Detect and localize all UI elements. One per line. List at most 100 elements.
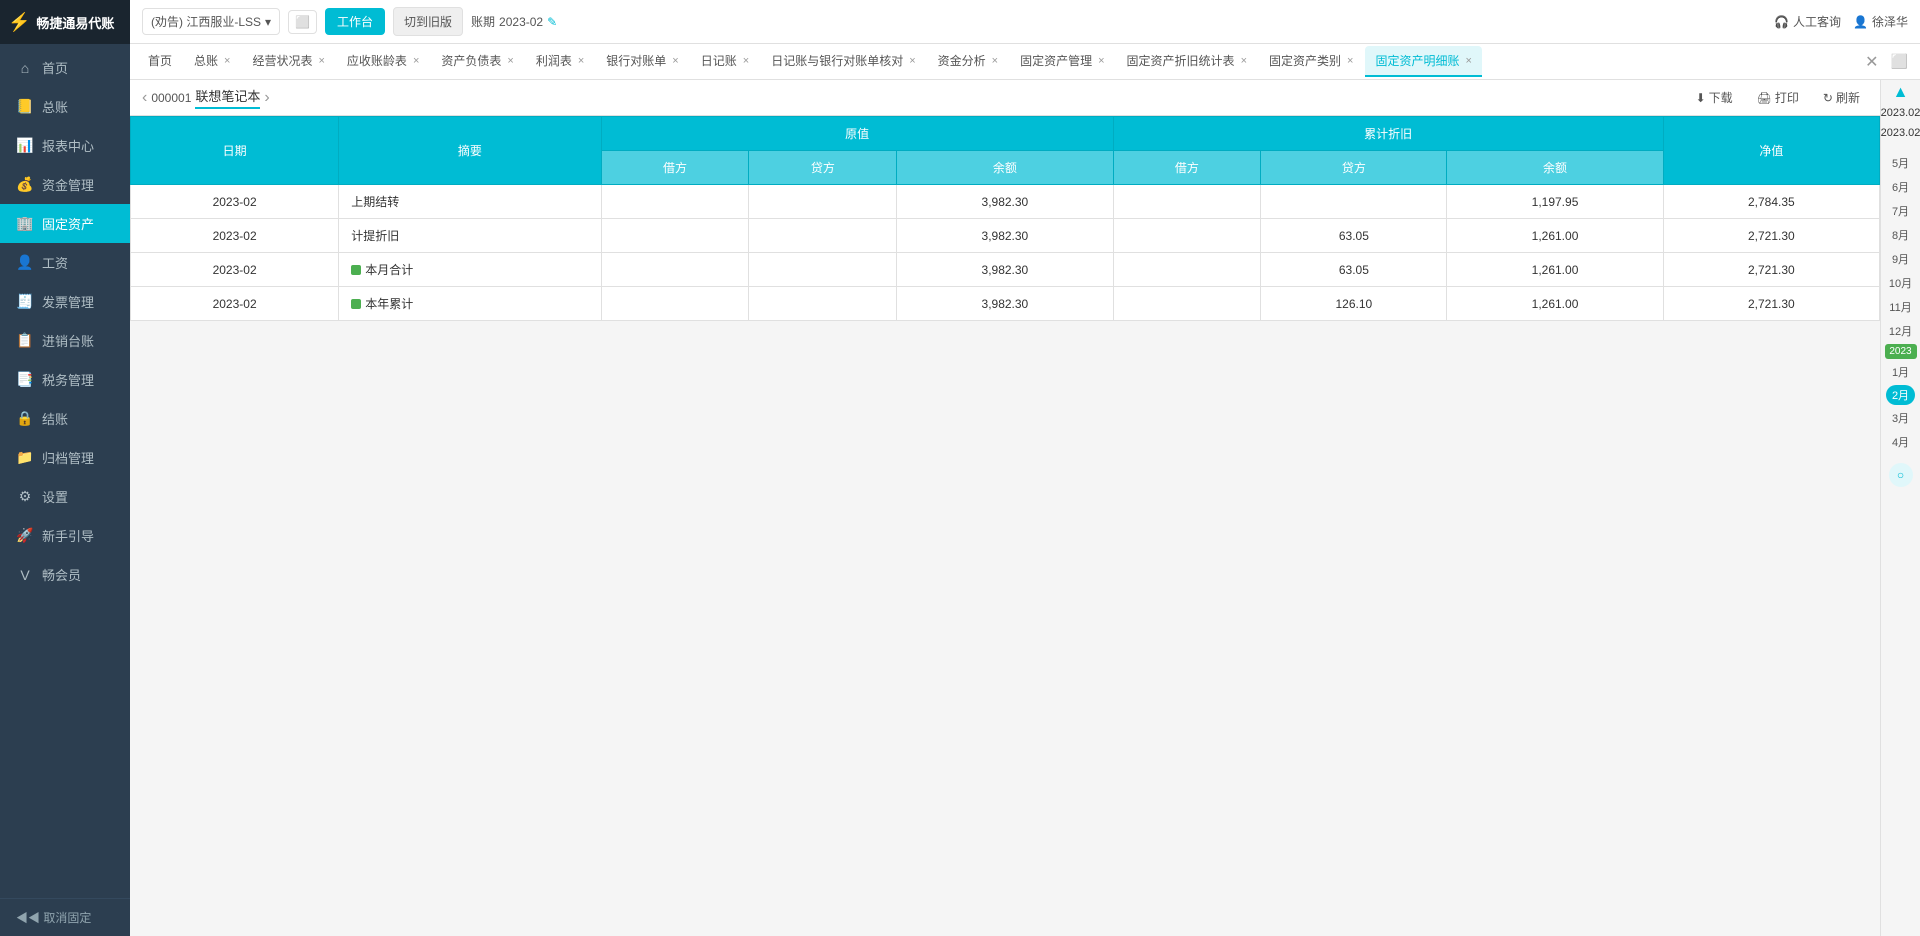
tab-label: 资金分析 bbox=[938, 52, 986, 69]
download-icon: ⬇ bbox=[1696, 91, 1706, 105]
sidebar-item-vip[interactable]: V 畅会员 bbox=[0, 555, 130, 594]
workbench-button[interactable]: 工作台 bbox=[325, 8, 385, 35]
tab-close-icon[interactable]: × bbox=[578, 55, 584, 67]
edit-period-icon[interactable]: ✎ bbox=[547, 15, 557, 29]
sidebar-item-label: 发票管理 bbox=[42, 292, 94, 311]
tab-close-icon[interactable]: × bbox=[909, 55, 915, 67]
panel-month-6[interactable]: 6月 bbox=[1890, 176, 1911, 198]
user-profile-button[interactable]: 👤 徐泽华 bbox=[1853, 13, 1908, 30]
copy-button[interactable]: ⬜ bbox=[288, 10, 317, 34]
panel-month-5[interactable]: 5月 bbox=[1890, 152, 1911, 174]
sidebar-item-label: 设置 bbox=[42, 487, 68, 506]
sidebar-item-funds[interactable]: 💰 资金管理 bbox=[0, 165, 130, 204]
refresh-button[interactable]: ↻ 刷新 bbox=[1815, 85, 1868, 110]
tab-journal-bank[interactable]: 日记账与银行对账单核对 × bbox=[761, 46, 925, 77]
sidebar-item-sales[interactable]: 📋 进销台账 bbox=[0, 321, 130, 360]
tab-asset-detail[interactable]: 固定资产明细账 × bbox=[1365, 46, 1481, 77]
sidebar-item-settings[interactable]: ⚙ 设置 bbox=[0, 477, 130, 516]
tab-close-icon[interactable]: × bbox=[1241, 55, 1247, 67]
panel-month-1[interactable]: 1月 bbox=[1890, 361, 1911, 383]
cell-net-value: 2,721.30 bbox=[1663, 253, 1879, 287]
panel-month-8[interactable]: 8月 bbox=[1890, 224, 1911, 246]
print-button[interactable]: 🖨 打印 bbox=[1749, 85, 1807, 110]
tab-home[interactable]: 首页 bbox=[138, 46, 182, 77]
sidebar-item-reports[interactable]: 📊 报表中心 bbox=[0, 126, 130, 165]
tab-close-icon[interactable]: × bbox=[1347, 55, 1353, 67]
tab-close-icon[interactable]: × bbox=[224, 55, 230, 67]
tab-close-icon[interactable]: × bbox=[318, 55, 324, 67]
tab-label: 资产负债表 bbox=[441, 52, 501, 69]
sidebar-item-label: 首页 bbox=[42, 58, 68, 77]
content-area: ‹ 000001 联想笔记本 › ⬇ 下载 🖨 打印 bbox=[130, 80, 1920, 936]
tab-close-icon[interactable]: × bbox=[413, 55, 419, 67]
tab-asset-mgmt[interactable]: 固定资产管理 × bbox=[1010, 46, 1114, 77]
cell-orig-balance: 3,982.30 bbox=[897, 253, 1113, 287]
tab-close-icon[interactable]: × bbox=[992, 55, 998, 67]
sidebar-item-label: 税务管理 bbox=[42, 370, 94, 389]
cell-accum-balance: 1,197.95 bbox=[1447, 185, 1663, 219]
refresh-label: 刷新 bbox=[1836, 89, 1860, 106]
tab-label: 首页 bbox=[148, 52, 172, 69]
tab-operations[interactable]: 经营状况表 × bbox=[242, 46, 334, 77]
sidebar-item-ledger[interactable]: 📒 总账 bbox=[0, 87, 130, 126]
tab-close-icon[interactable]: × bbox=[672, 55, 678, 67]
tab-depreciation[interactable]: 固定资产折旧统计表 × bbox=[1117, 46, 1257, 77]
prev-asset-button[interactable]: ‹ bbox=[142, 89, 147, 107]
panel-month-9[interactable]: 9月 bbox=[1890, 248, 1911, 270]
sidebar-item-archive[interactable]: 📁 归档管理 bbox=[0, 438, 130, 477]
switch-version-button[interactable]: 切到旧版 bbox=[393, 7, 463, 36]
tab-close-icon[interactable]: × bbox=[1465, 55, 1471, 67]
tab-close-icon[interactable]: × bbox=[1098, 55, 1104, 67]
panel-month-12[interactable]: 12月 bbox=[1887, 320, 1914, 342]
sidebar-item-tax[interactable]: 📑 税务管理 bbox=[0, 360, 130, 399]
table-row: 2023-02 上期结转 3,982.30 1,197.95 2,784.35 bbox=[131, 185, 1880, 219]
tab-journal[interactable]: 日记账 × bbox=[691, 46, 759, 77]
sidebar-item-close[interactable]: 🔒 结账 bbox=[0, 399, 130, 438]
asset-detail-table: 日期 摘要 原值 累计折旧 净值 借方 贷方 余额 借方 bbox=[130, 116, 1880, 321]
sidebar-item-invoice[interactable]: 🧾 发票管理 bbox=[0, 282, 130, 321]
panel-month-2[interactable]: 2月 bbox=[1886, 385, 1915, 405]
panel-date-2[interactable]: 2023.02 bbox=[1880, 124, 1920, 142]
tab-label: 应收账龄表 bbox=[347, 52, 407, 69]
next-asset-button[interactable]: › bbox=[264, 89, 269, 107]
panel-month-3[interactable]: 3月 bbox=[1890, 407, 1911, 429]
panel-month-11[interactable]: 11月 bbox=[1887, 296, 1913, 318]
tab-bank[interactable]: 银行对账单 × bbox=[596, 46, 688, 77]
year-badge-2023[interactable]: 2023 bbox=[1885, 344, 1917, 359]
sidebar-pin-toggle[interactable]: ◀◀ 取消固定 bbox=[0, 898, 130, 936]
sidebar-item-guide[interactable]: 🚀 新手引导 bbox=[0, 516, 130, 555]
col-orig-balance: 余额 bbox=[897, 151, 1113, 185]
customer-service-button[interactable]: 🎧 人工客询 bbox=[1774, 13, 1841, 30]
tab-assets-balance[interactable]: 资产负债表 × bbox=[431, 46, 523, 77]
close-period-icon: 🔒 bbox=[16, 410, 34, 427]
cell-orig-balance: 3,982.30 bbox=[897, 287, 1113, 321]
sidebar-item-label: 固定资产 bbox=[42, 214, 94, 233]
tab-close-all-icon[interactable]: ✕ bbox=[1861, 52, 1882, 72]
tab-receivable[interactable]: 应收账龄表 × bbox=[337, 46, 429, 77]
panel-month-10[interactable]: 10月 bbox=[1887, 272, 1914, 294]
sidebar-item-assets[interactable]: 🏢 固定资产 bbox=[0, 204, 130, 243]
badge-description: 本月合计 bbox=[351, 261, 413, 278]
panel-date-1[interactable]: 2023.02 bbox=[1880, 104, 1920, 122]
sidebar-item-label: 进销台账 bbox=[42, 331, 94, 350]
tab-ledger[interactable]: 总账 × bbox=[184, 46, 240, 77]
panel-month-7[interactable]: 7月 bbox=[1890, 200, 1911, 222]
tab-maximize-icon[interactable]: ⬜ bbox=[1887, 53, 1912, 70]
col-orig-debit: 借方 bbox=[601, 151, 749, 185]
panel-circle-button[interactable]: ○ bbox=[1889, 463, 1913, 487]
company-selector[interactable]: (劝告) 江西服业-LSS ▾ bbox=[142, 8, 280, 35]
tab-close-icon[interactable]: × bbox=[743, 55, 749, 67]
panel-month-4[interactable]: 4月 bbox=[1890, 431, 1911, 453]
tab-label: 固定资产类别 bbox=[1269, 52, 1341, 69]
panel-up-arrow[interactable]: ▲ bbox=[1893, 84, 1909, 102]
period-display: 账期 2023-02 ✎ bbox=[471, 13, 557, 30]
download-button[interactable]: ⬇ 下载 bbox=[1688, 85, 1741, 110]
sidebar-item-label: 归档管理 bbox=[42, 448, 94, 467]
sidebar-item-payroll[interactable]: 👤 工资 bbox=[0, 243, 130, 282]
cell-accum-credit: 63.05 bbox=[1261, 219, 1447, 253]
tab-fund-analysis[interactable]: 资金分析 × bbox=[928, 46, 1008, 77]
tab-asset-category[interactable]: 固定资产类别 × bbox=[1259, 46, 1363, 77]
sidebar-item-home[interactable]: ⌂ 首页 bbox=[0, 48, 130, 87]
tab-profit[interactable]: 利润表 × bbox=[526, 46, 594, 77]
tab-close-icon[interactable]: × bbox=[507, 55, 513, 67]
